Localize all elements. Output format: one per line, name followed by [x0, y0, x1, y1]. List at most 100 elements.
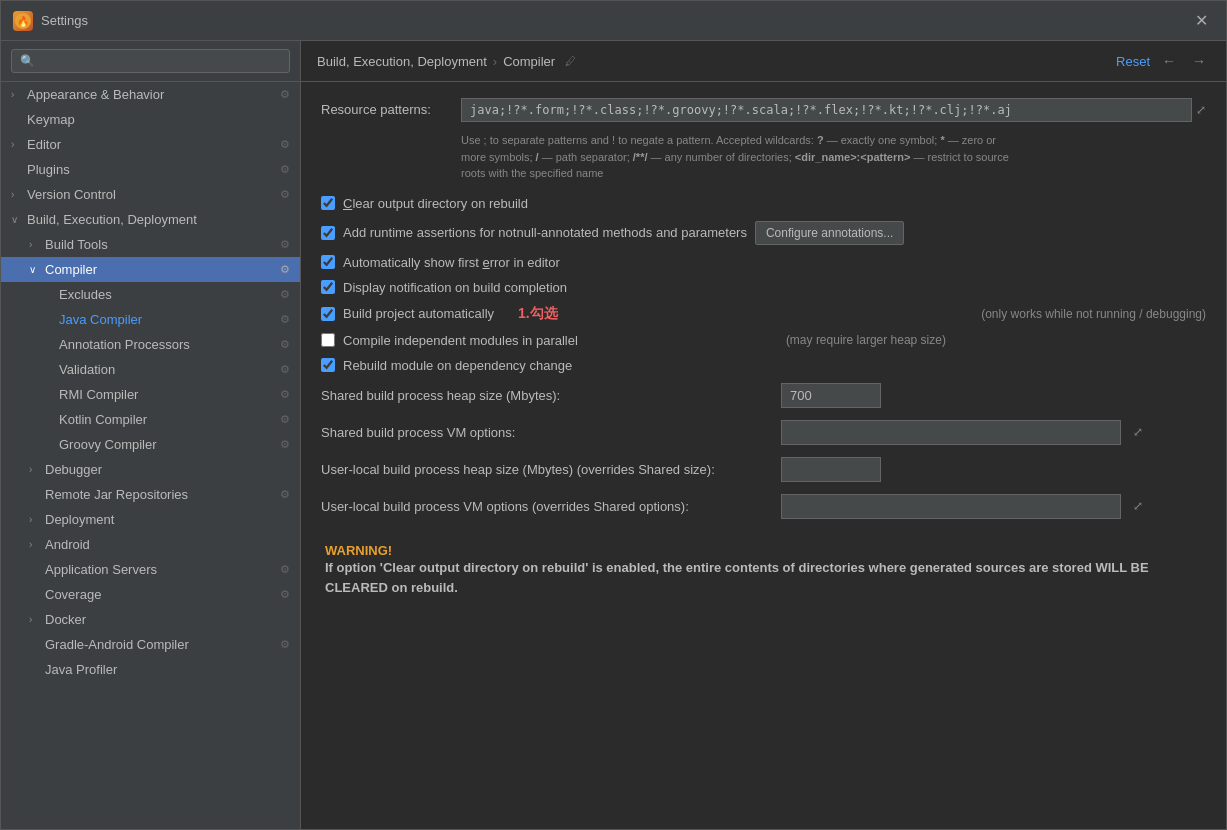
settings-icon: ⚙: [280, 488, 290, 501]
breadcrumb: Build, Execution, Deployment › Compiler …: [301, 41, 1226, 82]
sidebar-item-docker[interactable]: › Docker: [1, 607, 300, 632]
expand-icon[interactable]: ⤢: [1133, 499, 1143, 513]
display-notification-checkbox[interactable]: [321, 280, 335, 294]
sidebar-item-label: Java Compiler: [59, 312, 142, 327]
clear-output-label: Clear output directory on rebuild: [343, 196, 528, 211]
resource-patterns-row: Resource patterns: ⤢: [321, 98, 1206, 122]
user-heap-input[interactable]: [781, 457, 881, 482]
sidebar-item-app-servers[interactable]: Application Servers ⚙: [1, 557, 300, 582]
settings-icon: ⚙: [280, 188, 290, 201]
breadcrumb-icon[interactable]: 🖊: [565, 55, 576, 67]
search-input[interactable]: [11, 49, 290, 73]
rebuild-module-checkbox[interactable]: [321, 358, 335, 372]
rebuild-module-row: Rebuild module on dependency change: [321, 358, 1206, 373]
main-panel: Build, Execution, Deployment › Compiler …: [301, 41, 1226, 829]
sidebar-item-label: Plugins: [27, 162, 70, 177]
sidebar-item-plugins[interactable]: Plugins ⚙: [1, 157, 300, 182]
close-button[interactable]: ✕: [1189, 9, 1214, 32]
sidebar-item-label: Android: [45, 537, 90, 552]
sidebar-item-label: Coverage: [45, 587, 101, 602]
warning-text: If option 'Clear output directory on reb…: [325, 558, 1202, 600]
sidebar-item-java-profiler[interactable]: Java Profiler: [1, 657, 300, 682]
sidebar-item-validation[interactable]: Validation ⚙: [1, 357, 300, 382]
settings-icon: ⚙: [280, 388, 290, 401]
auto-show-error-label: Automatically show first error in editor: [343, 255, 560, 270]
user-vm-input[interactable]: [781, 494, 1121, 519]
breadcrumb-parent: Build, Execution, Deployment: [317, 54, 487, 69]
arrow-icon: ›: [29, 239, 41, 250]
settings-window: 🔥 Settings ✕ › Appearance & Behavior ⚙ K…: [0, 0, 1227, 830]
configure-annotations-button[interactable]: Configure annotations...: [755, 221, 904, 245]
arrow-icon: ›: [29, 539, 41, 550]
sidebar-item-label: Groovy Compiler: [59, 437, 157, 452]
sidebar-item-label: Validation: [59, 362, 115, 377]
shared-heap-label: Shared build process heap size (Mbytes):: [321, 388, 771, 403]
build-auto-label: Build project automatically: [343, 306, 494, 321]
sidebar-item-label: Debugger: [45, 462, 102, 477]
shared-heap-input[interactable]: [781, 383, 881, 408]
build-auto-row: Build project automatically 1.勾选 (only w…: [321, 305, 1206, 323]
window-title: Settings: [41, 13, 1181, 28]
sidebar-item-label: Version Control: [27, 187, 116, 202]
settings-icon: ⚙: [280, 563, 290, 576]
shared-vm-label: Shared build process VM options:: [321, 425, 771, 440]
sidebar: › Appearance & Behavior ⚙ Keymap › Edito…: [1, 41, 301, 829]
build-auto-checkbox[interactable]: [321, 307, 335, 321]
settings-icon: ⚙: [280, 638, 290, 651]
expand-icon[interactable]: ⤢: [1196, 103, 1206, 117]
sidebar-item-coverage[interactable]: Coverage ⚙: [1, 582, 300, 607]
clear-output-checkbox[interactable]: [321, 196, 335, 210]
clear-output-row: Clear output directory on rebuild: [321, 196, 1206, 211]
settings-icon: ⚙: [280, 313, 290, 326]
breadcrumb-separator: ›: [493, 54, 497, 69]
compile-parallel-checkbox[interactable]: [321, 333, 335, 347]
sidebar-item-kotlin-compiler[interactable]: Kotlin Compiler ⚙: [1, 407, 300, 432]
display-notification-label: Display notification on build completion: [343, 280, 567, 295]
sidebar-item-editor[interactable]: › Editor ⚙: [1, 132, 300, 157]
sidebar-item-label: Keymap: [27, 112, 75, 127]
compile-parallel-label: Compile independent modules in parallel: [343, 333, 578, 348]
settings-icon: ⚙: [280, 288, 290, 301]
add-runtime-checkbox[interactable]: [321, 226, 335, 240]
settings-icon: ⚙: [280, 588, 290, 601]
arrow-icon: ›: [11, 139, 23, 150]
sidebar-item-remote-jar[interactable]: Remote Jar Repositories ⚙: [1, 482, 300, 507]
sidebar-item-label: Annotation Processors: [59, 337, 190, 352]
sidebar-item-groovy-compiler[interactable]: Groovy Compiler ⚙: [1, 432, 300, 457]
settings-icon: ⚙: [280, 138, 290, 151]
warning-box: WARNING! If option 'Clear output directo…: [321, 531, 1206, 612]
sidebar-item-label: RMI Compiler: [59, 387, 138, 402]
expand-icon[interactable]: ⤢: [1133, 425, 1143, 439]
sidebar-item-keymap[interactable]: Keymap: [1, 107, 300, 132]
reset-button[interactable]: Reset: [1116, 54, 1150, 69]
sidebar-item-deployment[interactable]: › Deployment: [1, 507, 300, 532]
sidebar-item-label: Docker: [45, 612, 86, 627]
titlebar: 🔥 Settings ✕: [1, 1, 1226, 41]
sidebar-item-annotation-processors[interactable]: Annotation Processors ⚙: [1, 332, 300, 357]
sidebar-item-android[interactable]: › Android: [1, 532, 300, 557]
sidebar-item-excludes[interactable]: Excludes ⚙: [1, 282, 300, 307]
sidebar-item-gradle-android[interactable]: Gradle-Android Compiler ⚙: [1, 632, 300, 657]
sidebar-item-build-exec-deploy[interactable]: ∨ Build, Execution, Deployment: [1, 207, 300, 232]
auto-show-error-checkbox[interactable]: [321, 255, 335, 269]
sidebar-item-label: Gradle-Android Compiler: [45, 637, 189, 652]
resource-patterns-input[interactable]: [461, 98, 1192, 122]
sidebar-item-rmi-compiler[interactable]: RMI Compiler ⚙: [1, 382, 300, 407]
back-button[interactable]: ←: [1158, 51, 1180, 71]
sidebar-item-label: Application Servers: [45, 562, 157, 577]
sidebar-item-appearance[interactable]: › Appearance & Behavior ⚙: [1, 82, 300, 107]
rebuild-module-label: Rebuild module on dependency change: [343, 358, 572, 373]
settings-icon: ⚙: [280, 413, 290, 426]
sidebar-item-version-control[interactable]: › Version Control ⚙: [1, 182, 300, 207]
sidebar-item-compiler[interactable]: ∨ Compiler ⚙: [1, 257, 300, 282]
sidebar-item-java-compiler[interactable]: Java Compiler ⚙: [1, 307, 300, 332]
forward-button[interactable]: →: [1188, 51, 1210, 71]
arrow-icon: ›: [29, 464, 41, 475]
user-vm-row: User-local build process VM options (ove…: [321, 494, 1206, 519]
shared-vm-input[interactable]: [781, 420, 1121, 445]
sidebar-item-debugger[interactable]: › Debugger: [1, 457, 300, 482]
arrow-icon: ›: [11, 89, 23, 100]
user-vm-label: User-local build process VM options (ove…: [321, 499, 771, 514]
sidebar-item-build-tools[interactable]: › Build Tools ⚙: [1, 232, 300, 257]
sidebar-item-label: Java Profiler: [45, 662, 117, 677]
